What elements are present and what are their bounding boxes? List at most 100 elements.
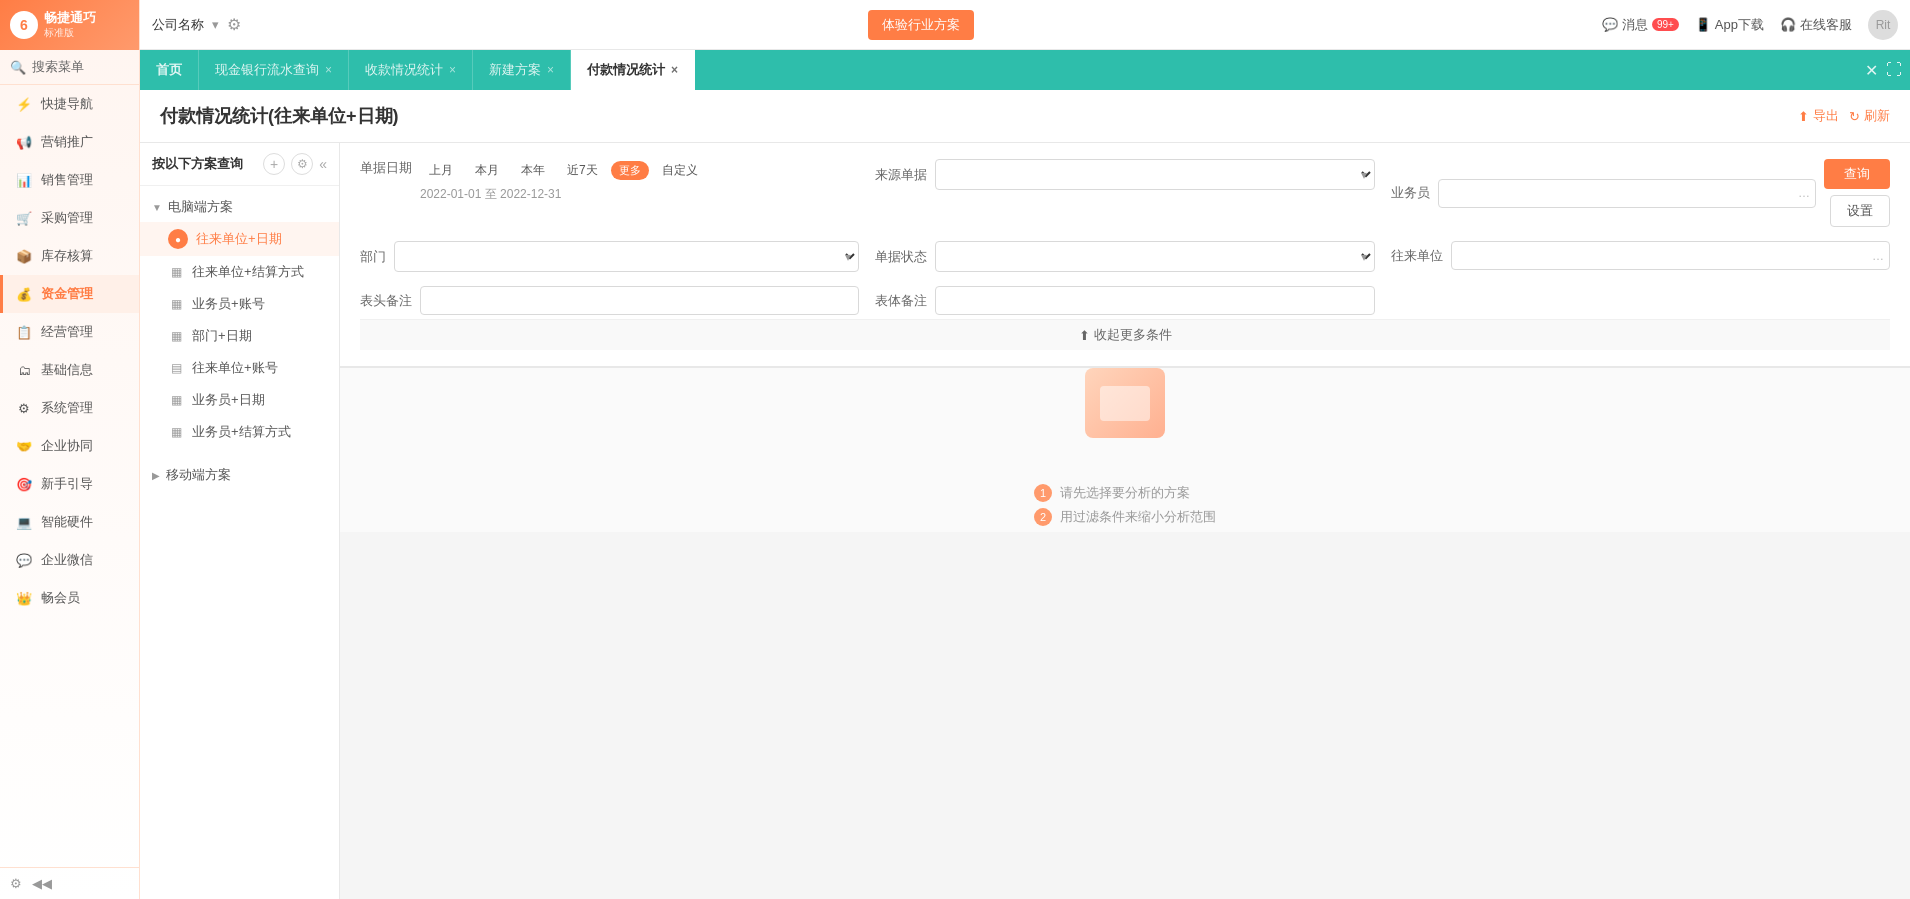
company-dropdown-icon[interactable]: ▾ [212, 17, 219, 32]
staff-dots: … [1798, 186, 1810, 200]
date-btn-this-year[interactable]: 本年 [512, 159, 554, 182]
table-body-note-label: 表体备注 [875, 292, 927, 310]
content-body: 按以下方案查询 + ⚙ « ▼ 电脑端方案 ● [140, 143, 1910, 899]
query-area: 单据日期 上月 本月 本年 近7天 更多 自定义 [340, 143, 1910, 367]
export-button[interactable]: ⬆ 导出 [1798, 107, 1839, 125]
scheme-group-desktop: ▼ 电脑端方案 ● 往来单位+日期 ▦ 往来单位+结算方式 ▦ 业务员+账号 [140, 186, 339, 454]
tab-close-collection-stats[interactable]: × [449, 63, 456, 77]
sidebar-item-wechat[interactable]: 💬 企业微信 [0, 541, 139, 579]
tab-bank-flow[interactable]: 现金银行流水查询 × [199, 50, 349, 90]
table-body-note-input[interactable] [935, 286, 1374, 315]
scheme-add-button[interactable]: + [263, 153, 285, 175]
scheme-item-partner-date[interactable]: ● 往来单位+日期 [140, 222, 339, 256]
search-menu[interactable]: 🔍 搜索菜单 [0, 50, 139, 85]
user-avatar[interactable]: Rit [1868, 10, 1898, 40]
maximize-tab-icon[interactable]: ⛶ [1886, 61, 1902, 79]
scheme-panel-header: 按以下方案查询 + ⚙ « [140, 143, 339, 186]
partner-label: 往来单位 [1391, 247, 1443, 265]
scheme-group-desktop-header[interactable]: ▼ 电脑端方案 [140, 192, 339, 222]
tab-collection-stats[interactable]: 收款情况统计 × [349, 50, 473, 90]
sidebar-item-hardware[interactable]: 💻 智能硬件 [0, 503, 139, 541]
scheme-item-staff-date[interactable]: ▦ 业务员+日期 [140, 384, 339, 416]
tab-close-new-scheme[interactable]: × [547, 63, 554, 77]
scheme-item-active-icon: ● [168, 229, 188, 249]
scheme-item-staff-account[interactable]: ▦ 业务员+账号 [140, 288, 339, 320]
sidebar-item-quick-nav[interactable]: ⚡ 快捷导航 [0, 85, 139, 123]
sales-icon: 📊 [15, 171, 33, 189]
sidebar-item-basic-info[interactable]: 🗂 基础信息 [0, 351, 139, 389]
partner-filter-group: 往来单位 … [1391, 241, 1890, 270]
source-voucher-select[interactable] [935, 159, 1374, 190]
collapse-sidebar-icon[interactable]: ◀◀ [32, 876, 52, 891]
operation-icon: 📋 [15, 323, 33, 341]
guide-icon: 🎯 [15, 475, 33, 493]
scheme-collapse-button[interactable]: « [319, 156, 327, 172]
scheme-item-partner-settlement[interactable]: ▦ 往来单位+结算方式 [140, 256, 339, 288]
refresh-icon: ↻ [1849, 109, 1860, 124]
settings-footer-icon[interactable]: ⚙ [10, 876, 22, 891]
message-action[interactable]: 💬 消息 99+ [1602, 16, 1679, 34]
table-header-note-input[interactable] [420, 286, 859, 315]
finance-icon: 💰 [15, 285, 33, 303]
close-tab-icon[interactable]: ✕ [1865, 61, 1878, 80]
date-more-button[interactable]: 更多 [611, 161, 649, 180]
tab-payment-stats[interactable]: 付款情况统计 × [571, 50, 695, 90]
settings-button[interactable]: 设置 [1830, 195, 1890, 227]
staff-input[interactable] [1438, 179, 1816, 208]
empty-illustration [1065, 368, 1185, 468]
scheme-item-dept-date[interactable]: ▦ 部门+日期 [140, 320, 339, 352]
topbar-right: 💬 消息 99+ 📱 App下载 🎧 在线客服 Rit [1602, 10, 1898, 40]
date-btn-custom[interactable]: 自定义 [653, 159, 707, 182]
sidebar-item-member[interactable]: 👑 畅会员 [0, 579, 139, 617]
scheme-item-partner-account[interactable]: ▤ 往来单位+账号 [140, 352, 339, 384]
sidebar-item-guide[interactable]: 🎯 新手引导 [0, 465, 139, 503]
sidebar-item-finance[interactable]: 💰 资金管理 [0, 275, 139, 313]
search-icon: 🔍 [10, 60, 26, 75]
system-icon: ⚙ [15, 399, 33, 417]
sidebar-item-operation[interactable]: 📋 经营管理 [0, 313, 139, 351]
scheme-icons: + ⚙ « [263, 153, 327, 175]
refresh-button[interactable]: ↻ 刷新 [1849, 107, 1890, 125]
scheme-group-mobile-header[interactable]: ▶ 移动端方案 [140, 460, 339, 490]
voucher-status-select[interactable] [935, 241, 1374, 272]
main-content: 公司名称 ▾ ⚙ 体验行业方案 💬 消息 99+ 📱 App下载 🎧 在线客服 … [140, 0, 1910, 899]
scheme-item-icon-5: ▦ [168, 392, 184, 408]
scheme-group-mobile: ▶ 移动端方案 [140, 454, 339, 496]
staff-filter-with-btns: 业务员 … 查询 设置 [1391, 159, 1890, 227]
hardware-icon: 💻 [15, 513, 33, 531]
partner-input[interactable] [1451, 241, 1890, 270]
sidebar-item-marketing[interactable]: 📢 营销推广 [0, 123, 139, 161]
scheme-item-icon-6: ▦ [168, 424, 184, 440]
date-btn-last-month[interactable]: 上月 [420, 159, 462, 182]
date-btn-last-7days[interactable]: 近7天 [558, 159, 607, 182]
tab-close-bank-flow[interactable]: × [325, 63, 332, 77]
tab-home[interactable]: 首页 [140, 50, 199, 90]
app-download-icon: 📱 [1695, 17, 1711, 32]
dept-filter-group: 部门 [360, 241, 859, 272]
collapse-more-button[interactable]: ⬆ 收起更多条件 [360, 319, 1890, 350]
sidebar-item-purchase[interactable]: 🛒 采购管理 [0, 199, 139, 237]
sidebar-item-system[interactable]: ⚙ 系统管理 [0, 389, 139, 427]
topbar-settings-icon[interactable]: ⚙ [227, 15, 241, 34]
sidebar-item-enterprise[interactable]: 🤝 企业协同 [0, 427, 139, 465]
date-shortcuts: 上月 本月 本年 近7天 更多 自定义 [420, 159, 707, 182]
voucher-status-filter-group: 单据状态 [875, 241, 1374, 272]
app-download-action[interactable]: 📱 App下载 [1695, 16, 1764, 34]
tab-close-payment-stats[interactable]: × [671, 63, 678, 77]
table-header-note-wrapper [420, 286, 859, 315]
scheme-settings-button[interactable]: ⚙ [291, 153, 313, 175]
query-button[interactable]: 查询 [1824, 159, 1890, 189]
topbar-trial-btn[interactable]: 体验行业方案 [868, 10, 974, 40]
sidebar-item-inventory[interactable]: 📦 库存核算 [0, 237, 139, 275]
empty-hints: 1 请先选择要分析的方案 2 用过滤条件来缩小分析范围 [1034, 484, 1216, 532]
tab-new-scheme[interactable]: 新建方案 × [473, 50, 571, 90]
scheme-item-staff-settlement[interactable]: ▦ 业务员+结算方式 [140, 416, 339, 448]
quick-nav-icon: ⚡ [15, 95, 33, 113]
sidebar-item-sales[interactable]: 📊 销售管理 [0, 161, 139, 199]
dept-select[interactable] [394, 241, 859, 272]
date-btn-this-month[interactable]: 本月 [466, 159, 508, 182]
page-content: 付款情况统计(往来单位+日期) ⬆ 导出 ↻ 刷新 按以下方案查询 [140, 90, 1910, 899]
customer-service-action[interactable]: 🎧 在线客服 [1780, 16, 1852, 34]
voucher-date-label: 单据日期 [360, 159, 412, 177]
table-header-note-label: 表头备注 [360, 292, 412, 310]
